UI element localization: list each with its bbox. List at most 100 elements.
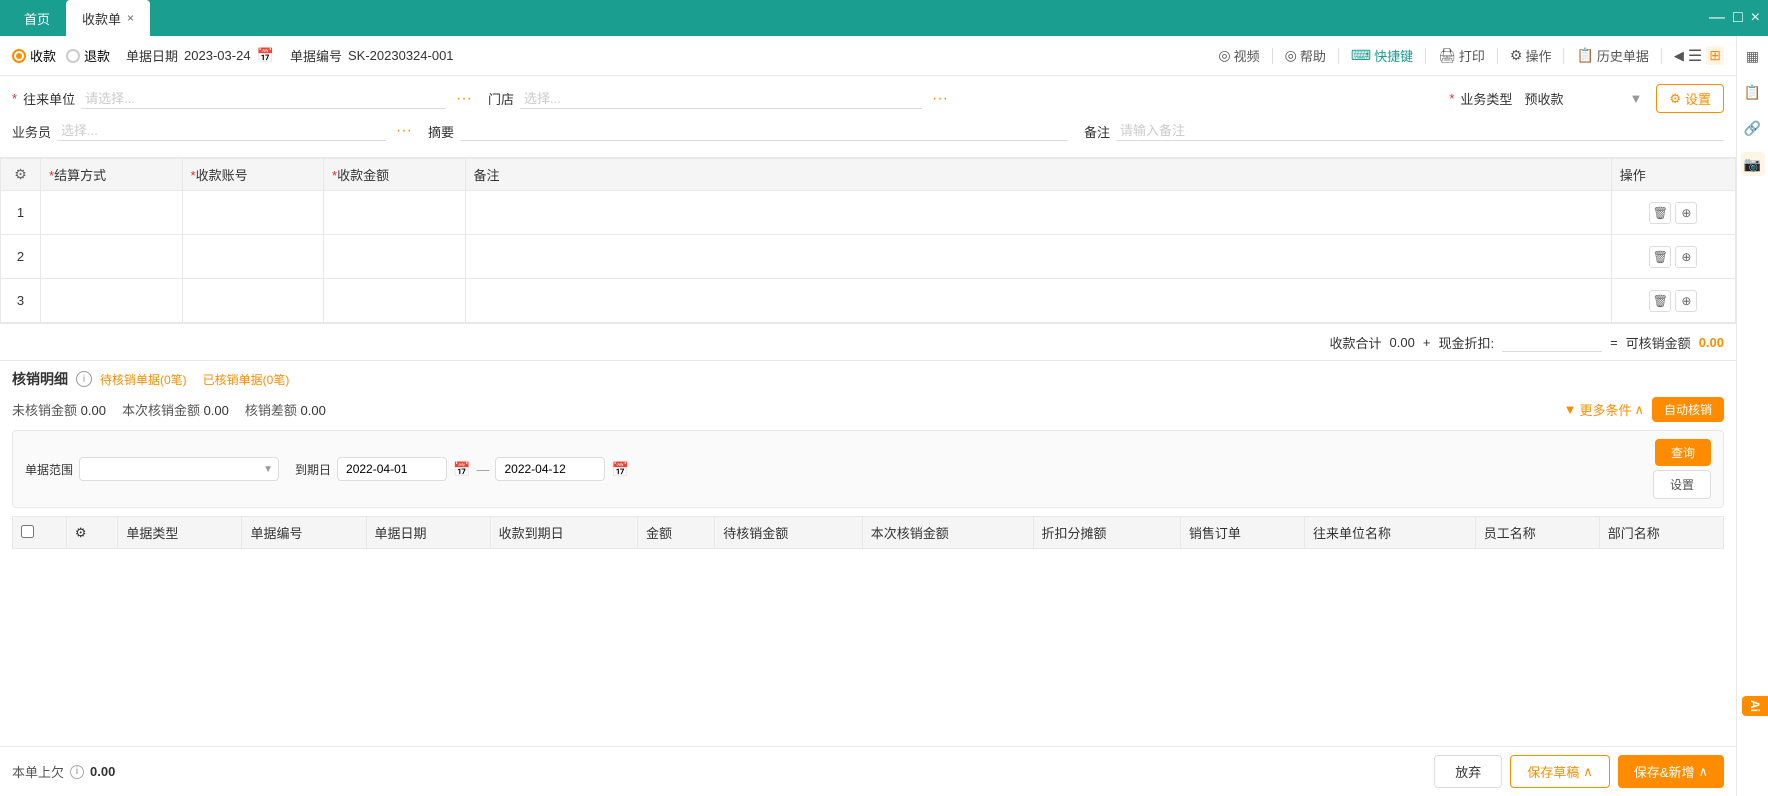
row-payment-1[interactable]: [41, 191, 183, 235]
history-btn[interactable]: 📋 历史单据: [1576, 46, 1648, 65]
reconcile-tabs: 待核销单据(0笔) 已核销单据(0笔): [100, 371, 289, 388]
radio-receive[interactable]: 收款: [12, 46, 56, 65]
row-remark-2[interactable]: [465, 235, 1611, 279]
sidebar-camera-icon[interactable]: 📷: [1741, 152, 1765, 176]
list-view-icon[interactable]: ☰: [1688, 46, 1702, 66]
form-row-2: 业务员 ··· 摘要 备注: [12, 121, 1724, 141]
table-settings-icon[interactable]: ⚙: [14, 166, 27, 182]
filter-right: ▼ 更多条件 ∧ 自动核销: [1564, 397, 1724, 422]
tab-home[interactable]: 首页: [8, 0, 66, 36]
bth-amount: 金额: [637, 517, 714, 549]
help-btn[interactable]: ◎ 帮助: [1285, 46, 1326, 65]
bottom-settings-icon[interactable]: ⚙: [75, 525, 87, 540]
filter-icon: ▼: [1564, 402, 1577, 417]
query-button[interactable]: 查询: [1655, 439, 1711, 466]
sidebar-doc-icon[interactable]: 📋: [1741, 80, 1765, 104]
balance-info-icon[interactable]: i: [70, 765, 84, 779]
done-tab[interactable]: 已核销单据(0笔): [203, 371, 290, 388]
bth-dept: 部门名称: [1599, 517, 1723, 549]
row-copy-btn-2[interactable]: ⊕: [1675, 246, 1697, 268]
row-remark-3[interactable]: [465, 279, 1611, 323]
row-delete-btn-2[interactable]: 🗑: [1649, 246, 1671, 268]
summary-input[interactable]: [460, 121, 1068, 141]
bottom-table-container: ⚙ 单据类型 单据编号 单据日期 收款到期日 金额 待核销金额 本次核销金额 折…: [12, 516, 1724, 738]
bth-gear[interactable]: ⚙: [66, 517, 118, 549]
grid-view-icon[interactable]: ⊞: [1706, 46, 1724, 65]
row-account-2[interactable]: [182, 235, 324, 279]
row-amount-3[interactable]: [324, 279, 466, 323]
staff-more-icon[interactable]: ···: [396, 122, 412, 140]
row-payment-2[interactable]: [41, 235, 183, 279]
remark-input[interactable]: [1116, 121, 1724, 141]
row-amount-2[interactable]: [324, 235, 466, 279]
th-amount: *收款金额: [324, 159, 466, 191]
row-copy-btn-3[interactable]: ⊕: [1675, 290, 1697, 312]
store-more-icon[interactable]: ···: [932, 90, 948, 108]
range-select[interactable]: [79, 457, 279, 481]
abandon-button[interactable]: 放弃: [1434, 755, 1502, 788]
close-window-icon[interactable]: ×: [1751, 9, 1760, 27]
unreconciled-stat: 未核销金额 0.00: [12, 400, 106, 419]
row-remark-1[interactable]: [465, 191, 1611, 235]
settings-button[interactable]: ⚙ 设置: [1656, 84, 1724, 113]
print-btn[interactable]: 🖨 打印: [1438, 46, 1485, 65]
stats-row: 未核销金额 0.00 本次核销金额 0.00 核销差额 0.00 ▼ 更多条件 …: [12, 397, 1724, 422]
sidebar-link-icon[interactable]: 🔗: [1741, 116, 1765, 140]
row-copy-btn-1[interactable]: ⊕: [1675, 202, 1697, 224]
bth-sales-order: 销售订单: [1180, 517, 1304, 549]
tab-receipt[interactable]: 收款单 ×: [66, 0, 150, 36]
date-end-input[interactable]: [495, 457, 605, 481]
sidebar-table-icon[interactable]: ▦: [1741, 44, 1765, 68]
biz-type-arrow-icon[interactable]: ▼: [1629, 91, 1642, 106]
row-actions-1: 🗑 ⊕: [1611, 191, 1735, 235]
shortcut-btn[interactable]: ⌨ 快捷键: [1351, 46, 1413, 65]
radio-refund-dot: [66, 49, 80, 63]
th-settings[interactable]: ⚙: [1, 159, 41, 191]
right-sidebar: ▦ 📋 🔗 📷 Ai: [1736, 36, 1768, 796]
select-all-checkbox[interactable]: [21, 525, 34, 538]
summary-field: 摘要: [428, 121, 1068, 141]
filter-setting-button[interactable]: 设置: [1653, 470, 1711, 499]
minimize-icon[interactable]: —: [1709, 9, 1725, 27]
table-row: 1 🗑 ⊕: [1, 191, 1736, 235]
info-icon[interactable]: i: [76, 371, 92, 387]
operation-btn[interactable]: ⚙ 操作: [1510, 46, 1552, 65]
row-payment-3[interactable]: [41, 279, 183, 323]
form-row-1: * 往来单位 ··· 门店 ··· * 业务类型 预收款 ▼ ⚙: [12, 84, 1724, 113]
main-table: ⚙ *结算方式 *收款账号 *收款金额 备注 操作 1: [0, 158, 1736, 323]
save-new-button[interactable]: 保存&新增 ∧: [1618, 755, 1724, 788]
divider4: [1497, 48, 1498, 64]
row-delete-btn-1[interactable]: 🗑: [1649, 202, 1671, 224]
divider2: [1338, 48, 1339, 64]
partner-more-icon[interactable]: ···: [456, 90, 472, 108]
row-account-1[interactable]: [182, 191, 324, 235]
calendar-icon[interactable]: 📅: [257, 47, 274, 64]
main-table-container: ⚙ *结算方式 *收款账号 *收款金额 备注 操作 1: [0, 158, 1736, 324]
discount-input[interactable]: [1502, 332, 1602, 352]
partner-field: * 往来单位 ···: [12, 89, 472, 109]
tab-close-icon[interactable]: ×: [127, 11, 134, 25]
store-input[interactable]: [520, 89, 922, 109]
maximize-icon[interactable]: □: [1733, 9, 1743, 27]
pending-tab[interactable]: 待核销单据(0笔): [100, 371, 187, 388]
row-delete-btn-3[interactable]: 🗑: [1649, 290, 1671, 312]
save-draft-button[interactable]: 保存草稿 ∧: [1510, 755, 1610, 788]
ai-badge[interactable]: Ai: [1742, 696, 1768, 716]
staff-input[interactable]: [57, 121, 386, 141]
tab-bar: 首页 收款单 × — □ ×: [0, 0, 1768, 36]
store-field: 门店 ···: [488, 89, 948, 109]
calendar-end-icon[interactable]: 📅: [611, 461, 628, 478]
arrow-left-icon[interactable]: ◀: [1674, 48, 1684, 64]
row-account-3[interactable]: [182, 279, 324, 323]
bth-partner: 往来单位名称: [1304, 517, 1475, 549]
date-start-input[interactable]: [337, 457, 447, 481]
row-amount-1[interactable]: [324, 191, 466, 235]
radio-refund[interactable]: 退款: [66, 46, 110, 65]
more-filter-btn[interactable]: ▼ 更多条件 ∧: [1564, 400, 1644, 419]
video-btn[interactable]: ◎ 视频: [1218, 46, 1259, 65]
window-controls: — □ ×: [1709, 9, 1760, 27]
calendar-start-icon[interactable]: 📅: [453, 461, 470, 478]
auto-reconcile-btn[interactable]: 自动核销: [1652, 397, 1724, 422]
partner-input[interactable]: [81, 89, 446, 109]
draft-arrow-icon: ∧: [1583, 764, 1593, 780]
